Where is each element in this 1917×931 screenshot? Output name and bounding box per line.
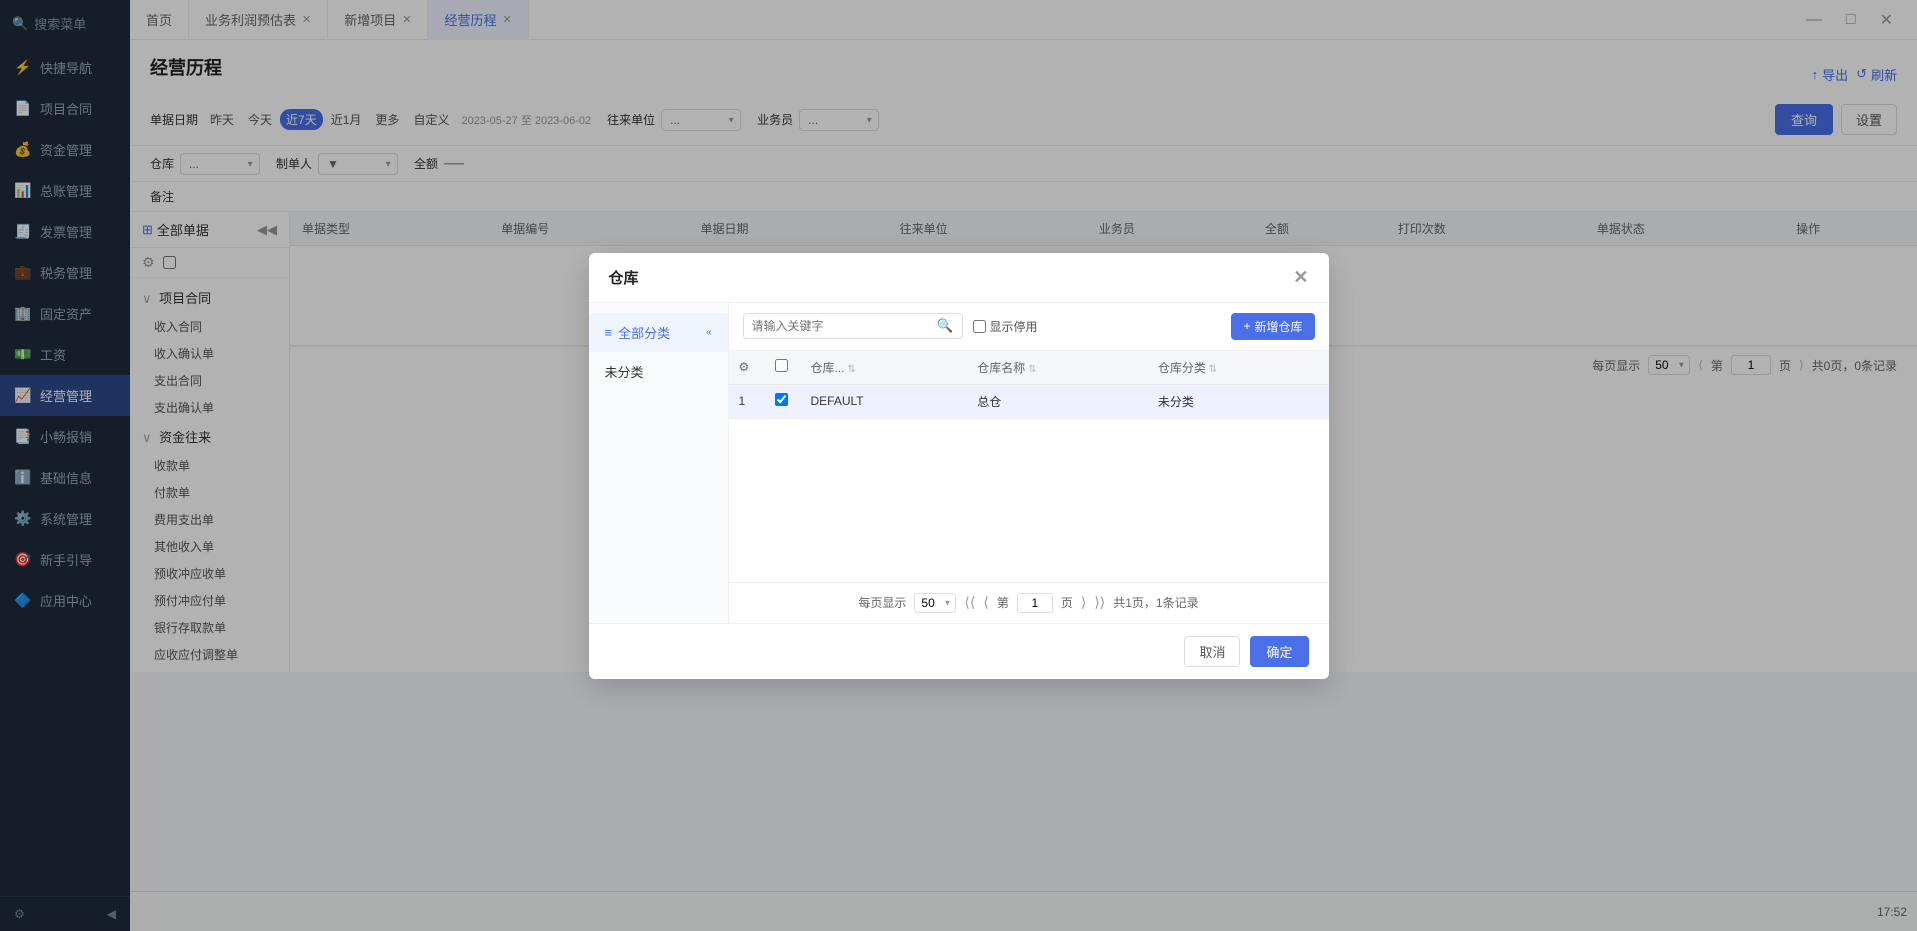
modal-next-page-btn[interactable]: ⟩ [1081,594,1086,611]
row-category: 未分类 [1148,384,1329,418]
modal-cancel-btn[interactable]: 取消 [1184,636,1240,667]
modal-title: 仓库 [609,267,639,288]
modal-table-row[interactable]: 1 DEFAULT 总仓 未分类 [729,384,1329,418]
show-disabled-checkbox[interactable] [973,320,986,333]
modal-col-category[interactable]: 仓库分类 [1148,351,1329,385]
add-warehouse-btn[interactable]: + 新增仓库 [1231,313,1314,340]
modal-close-btn[interactable]: ✕ [1293,267,1308,288]
modal-last-page-btn[interactable]: ⟩⟩ [1094,594,1105,611]
modal-total-text: 共1页，1条记录 [1113,594,1198,611]
modal-footer: 取消 确定 [589,623,1329,679]
row-name: 总仓 [967,384,1148,418]
modal-header: 仓库 ✕ [589,253,1329,303]
modal-col-name[interactable]: 仓库名称 [967,351,1148,385]
modal-first-page-btn[interactable]: ⟨⟨ [964,594,975,611]
row-index: 1 [729,384,765,418]
modal-table-wrap: ⚙ 仓库... 仓库名称 仓库分类 1 [729,351,1329,582]
modal-sidebar-unclassified[interactable]: 未分类 [589,352,728,391]
warehouse-search-btn[interactable]: 🔍 [929,318,962,334]
modal-per-page-wrap: 50 [914,593,956,613]
modal-col-code[interactable]: 仓库... [801,351,968,385]
modal-page-suffix: 页 [1061,594,1073,611]
show-disabled-label[interactable]: 显示停用 [973,318,1038,335]
warehouse-search-input[interactable] [744,314,929,338]
all-categories-icon: ≡ [605,325,613,340]
modal-toolbar: 🔍 显示停用 + 新增仓库 [729,303,1329,351]
table-settings-icon[interactable]: ⚙ [739,360,750,374]
row-checkbox[interactable] [775,393,788,406]
row-code: DEFAULT [801,384,968,418]
collapse-all-icon: « [706,327,712,338]
row-checkbox-cell [765,384,801,418]
modal-prev-page-btn[interactable]: ⟨ [983,594,988,611]
modal-main-content: 🔍 显示停用 + 新增仓库 ⚙ [729,303,1329,623]
search-wrap: 🔍 [743,313,963,339]
plus-icon: + [1243,319,1250,333]
modal-page-input[interactable] [1017,593,1053,613]
modal-pagination: 每页显示 50 ⟨⟨ ⟨ 第 页 ⟩ ⟩⟩ 共1页，1条记录 [729,582,1329,623]
modal-confirm-btn[interactable]: 确定 [1250,636,1308,667]
modal-table: ⚙ 仓库... 仓库名称 仓库分类 1 [729,351,1329,419]
modal-per-page-label: 每页显示 [858,594,906,611]
warehouse-modal: 仓库 ✕ ≡ 全部分类 « 未分类 🔍 显示停用 [589,253,1329,679]
select-all-checkbox[interactable] [775,359,788,372]
modal-col-checkbox [765,351,801,385]
modal-body: ≡ 全部分类 « 未分类 🔍 显示停用 + 新增 [589,303,1329,623]
modal-per-page-select[interactable]: 50 [914,593,956,613]
modal-page-label: 第 [997,594,1009,611]
modal-sidebar-all[interactable]: ≡ 全部分类 « [589,313,728,352]
modal-sidebar: ≡ 全部分类 « 未分类 [589,303,729,623]
modal-col-settings: ⚙ [729,351,765,385]
